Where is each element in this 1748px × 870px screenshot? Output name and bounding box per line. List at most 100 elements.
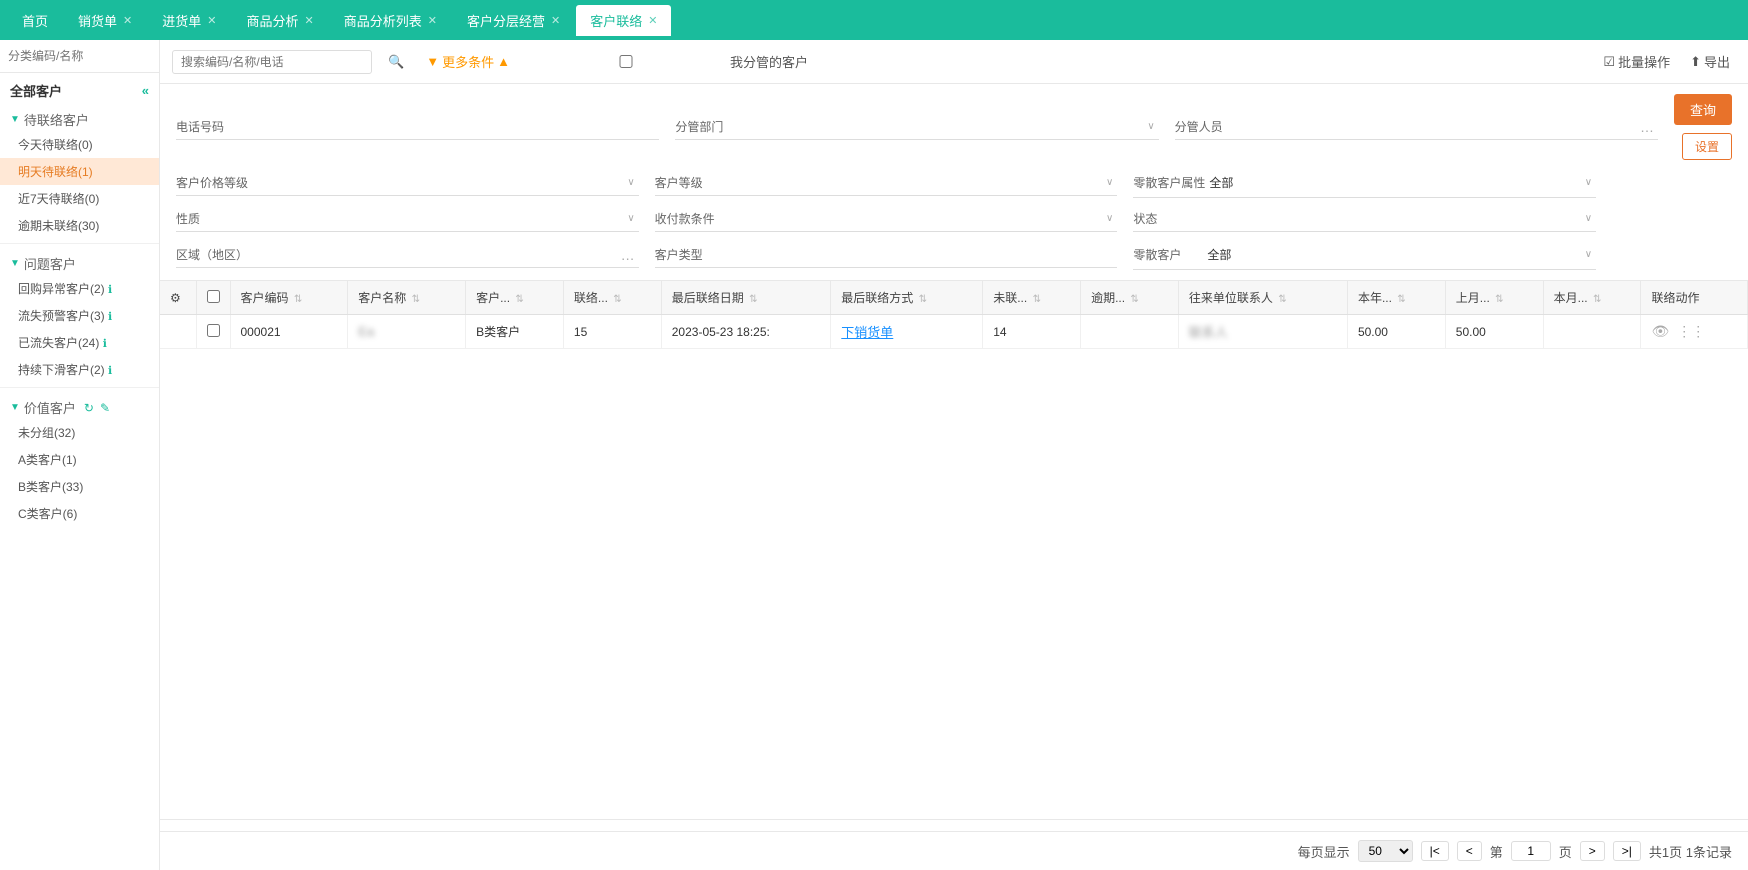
chevron-down-icon[interactable]: ∨ — [1585, 213, 1592, 224]
row-settings-cell — [160, 315, 196, 349]
col-code[interactable]: 客户编码 ⇅ — [230, 281, 348, 315]
sidebar-item-declining[interactable]: 持续下滑客户(2) ℹ — [0, 356, 159, 383]
chevron-down-icon[interactable]: ∨ — [1106, 213, 1113, 224]
set-button[interactable]: 设置 — [1682, 133, 1732, 160]
col-contact-count[interactable]: 联络... ⇅ — [563, 281, 661, 315]
table-row: 000021 Ea B类客户 15 2023-05-23 18:25: 下销货单… — [160, 315, 1748, 349]
sidebar-group-problem[interactable]: ▼ 问题客户 — [0, 248, 159, 275]
row-checkbox-cell[interactable] — [196, 315, 230, 349]
chevron-down-icon[interactable]: ∨ — [1585, 177, 1592, 188]
filter-bar: 🔍 ▼ 更多条件 ▲ 我分管的客户 ☑ 批量操作 ⬆ 导出 — [160, 40, 1748, 84]
nav-sales-order[interactable]: 销货单 ✕ — [64, 5, 146, 36]
phone-input[interactable] — [246, 120, 655, 134]
sort-icon: ⇅ — [1397, 294, 1405, 305]
col-this-month[interactable]: 本月... ⇅ — [1543, 281, 1641, 315]
sidebar-item-abnormal-repurchase[interactable]: 回购异常客户(2) ℹ — [0, 275, 159, 302]
row-last-method[interactable]: 下销货单 — [831, 315, 983, 349]
more-conditions-button[interactable]: ▼ 更多条件 ▲ — [420, 48, 516, 75]
row-this-year: 50.00 — [1347, 315, 1445, 349]
edit-icon[interactable]: ✎ — [100, 401, 110, 415]
filter-person: 分管人员 … — [1175, 114, 1658, 140]
content-area: 🔍 ▼ 更多条件 ▲ 我分管的客户 ☑ 批量操作 ⬆ 导出 — [160, 40, 1748, 870]
sidebar-item-overdue[interactable]: 逾期未联络(30) — [0, 212, 159, 239]
data-table-wrapper: ⚙ 客户编码 ⇅ 客户名称 ⇅ 客户... ⇅ 联络... ⇅ 最后联络日期 ⇅… — [160, 281, 1748, 819]
col-name[interactable]: 客户名称 ⇅ — [348, 281, 466, 315]
sidebar-item-ungrouped[interactable]: 未分组(32) — [0, 419, 159, 446]
chevron-down-icon[interactable]: ∨ — [1147, 121, 1154, 132]
close-icon[interactable]: ✕ — [123, 14, 132, 27]
col-this-year[interactable]: 本年... ⇅ — [1347, 281, 1445, 315]
sidebar-group-value[interactable]: ▼ 价值客户 ↻ ✎ — [0, 392, 159, 419]
collapse-icon[interactable]: « — [142, 83, 149, 98]
filter-status: 状态 ∨ — [1133, 206, 1596, 232]
all-customers-title[interactable]: 全部客户 « — [0, 73, 159, 104]
nav-product-analysis-list[interactable]: 商品分析列表 ✕ — [330, 5, 451, 36]
per-page-select[interactable]: 50 100 200 — [1358, 840, 1413, 862]
filter-payment: 收付款条件 ∨ — [655, 206, 1118, 232]
col-type[interactable]: 客户... ⇅ — [466, 281, 564, 315]
advanced-filter-panel: 电话号码 分管部门 ∨ 分管人员 … 查询 设置 — [160, 84, 1748, 281]
close-icon[interactable]: ✕ — [428, 14, 437, 27]
row-type: B类客户 — [466, 315, 564, 349]
sidebar-item-class-a[interactable]: A类客户(1) — [0, 446, 159, 473]
sidebar-search-bar: 🔍 — [0, 40, 159, 73]
col-last-month[interactable]: 上月... ⇅ — [1445, 281, 1543, 315]
close-icon[interactable]: ✕ — [305, 14, 314, 27]
col-settings[interactable]: ⚙ — [160, 281, 196, 315]
search-input[interactable] — [172, 50, 372, 74]
chevron-down-icon[interactable]: ∨ — [627, 177, 634, 188]
horizontal-scrollbar[interactable] — [160, 819, 1748, 831]
dots-icon[interactable]: … — [621, 247, 635, 263]
col-action: 联络动作 — [1641, 281, 1748, 315]
last-method-link[interactable]: 下销货单 — [841, 325, 893, 340]
sidebar-item-today-pending[interactable]: 今天待联络(0) — [0, 131, 159, 158]
nav-customer-contact[interactable]: 客户联络 ✕ — [576, 5, 671, 36]
page-input[interactable] — [1511, 841, 1551, 861]
sidebar-search-input[interactable] — [8, 49, 160, 63]
my-customers-checkbox[interactable] — [526, 55, 726, 68]
search-button[interactable]: 🔍 — [382, 50, 410, 74]
row-checkbox[interactable] — [207, 324, 220, 337]
select-all-checkbox[interactable] — [207, 290, 220, 303]
view-action-icon[interactable]: 👁 — [1651, 323, 1669, 340]
nav-home[interactable]: 首页 — [8, 5, 62, 36]
nav-customer-tiering[interactable]: 客户分层经营 ✕ — [453, 5, 574, 36]
sidebar-item-tomorrow-pending[interactable]: 明天待联络(1) — [0, 158, 159, 185]
sidebar-item-class-c[interactable]: C类客户(6) — [0, 500, 159, 527]
last-page-button[interactable]: >| — [1613, 841, 1641, 861]
my-customers-checkbox-label[interactable]: 我分管的客户 — [526, 52, 808, 71]
nav-purchase-order[interactable]: 进货单 ✕ — [148, 5, 230, 36]
nav-product-analysis[interactable]: 商品分析 ✕ — [232, 5, 327, 36]
col-contact-person[interactable]: 往来单位联系人 ⇅ — [1178, 281, 1347, 315]
close-icon[interactable]: ✕ — [648, 14, 657, 27]
export-icon: ⬆ — [1690, 54, 1701, 70]
close-icon[interactable]: ✕ — [207, 14, 216, 27]
batch-op-button[interactable]: ☑ 批量操作 — [1597, 48, 1676, 75]
sidebar-item-churn-warning[interactable]: 流失预警客户(3) ℹ — [0, 302, 159, 329]
first-page-button[interactable]: |< — [1421, 841, 1449, 861]
chevron-down-icon[interactable]: ∨ — [1585, 249, 1592, 260]
query-button[interactable]: 查询 — [1674, 94, 1732, 125]
filter-dept: 分管部门 ∨ — [675, 114, 1158, 140]
filter-phone: 电话号码 — [176, 114, 659, 140]
sidebar-item-churned[interactable]: 已流失客户(24) ℹ — [0, 329, 159, 356]
filter-region: 区域（地区） … — [176, 242, 639, 268]
chevron-down-icon[interactable]: ∨ — [1106, 177, 1113, 188]
export-button[interactable]: ⬆ 导出 — [1684, 48, 1736, 75]
refresh-icon[interactable]: ↻ — [84, 401, 94, 415]
col-last-date[interactable]: 最后联络日期 ⇅ — [661, 281, 831, 315]
sidebar-item-class-b[interactable]: B类客户(33) — [0, 473, 159, 500]
chevron-down-icon[interactable]: ∨ — [627, 213, 634, 224]
close-icon[interactable]: ✕ — [551, 14, 560, 27]
col-overdue[interactable]: 逾期... ⇅ — [1081, 281, 1179, 315]
prev-page-button[interactable]: < — [1457, 841, 1482, 861]
more-action-icon[interactable]: ⋮⋮ — [1677, 323, 1705, 340]
sidebar-item-7day-pending[interactable]: 近7天待联络(0) — [0, 185, 159, 212]
col-last-method[interactable]: 最后联络方式 ⇅ — [831, 281, 983, 315]
next-page-button[interactable]: > — [1580, 841, 1605, 861]
sidebar-group-pending[interactable]: ▼ 待联络客户 — [0, 104, 159, 131]
col-no-contact[interactable]: 未联... ⇅ — [983, 281, 1081, 315]
sort-icon: ⇅ — [749, 294, 757, 305]
col-checkbox[interactable] — [196, 281, 230, 315]
dots-icon[interactable]: … — [1640, 119, 1654, 135]
